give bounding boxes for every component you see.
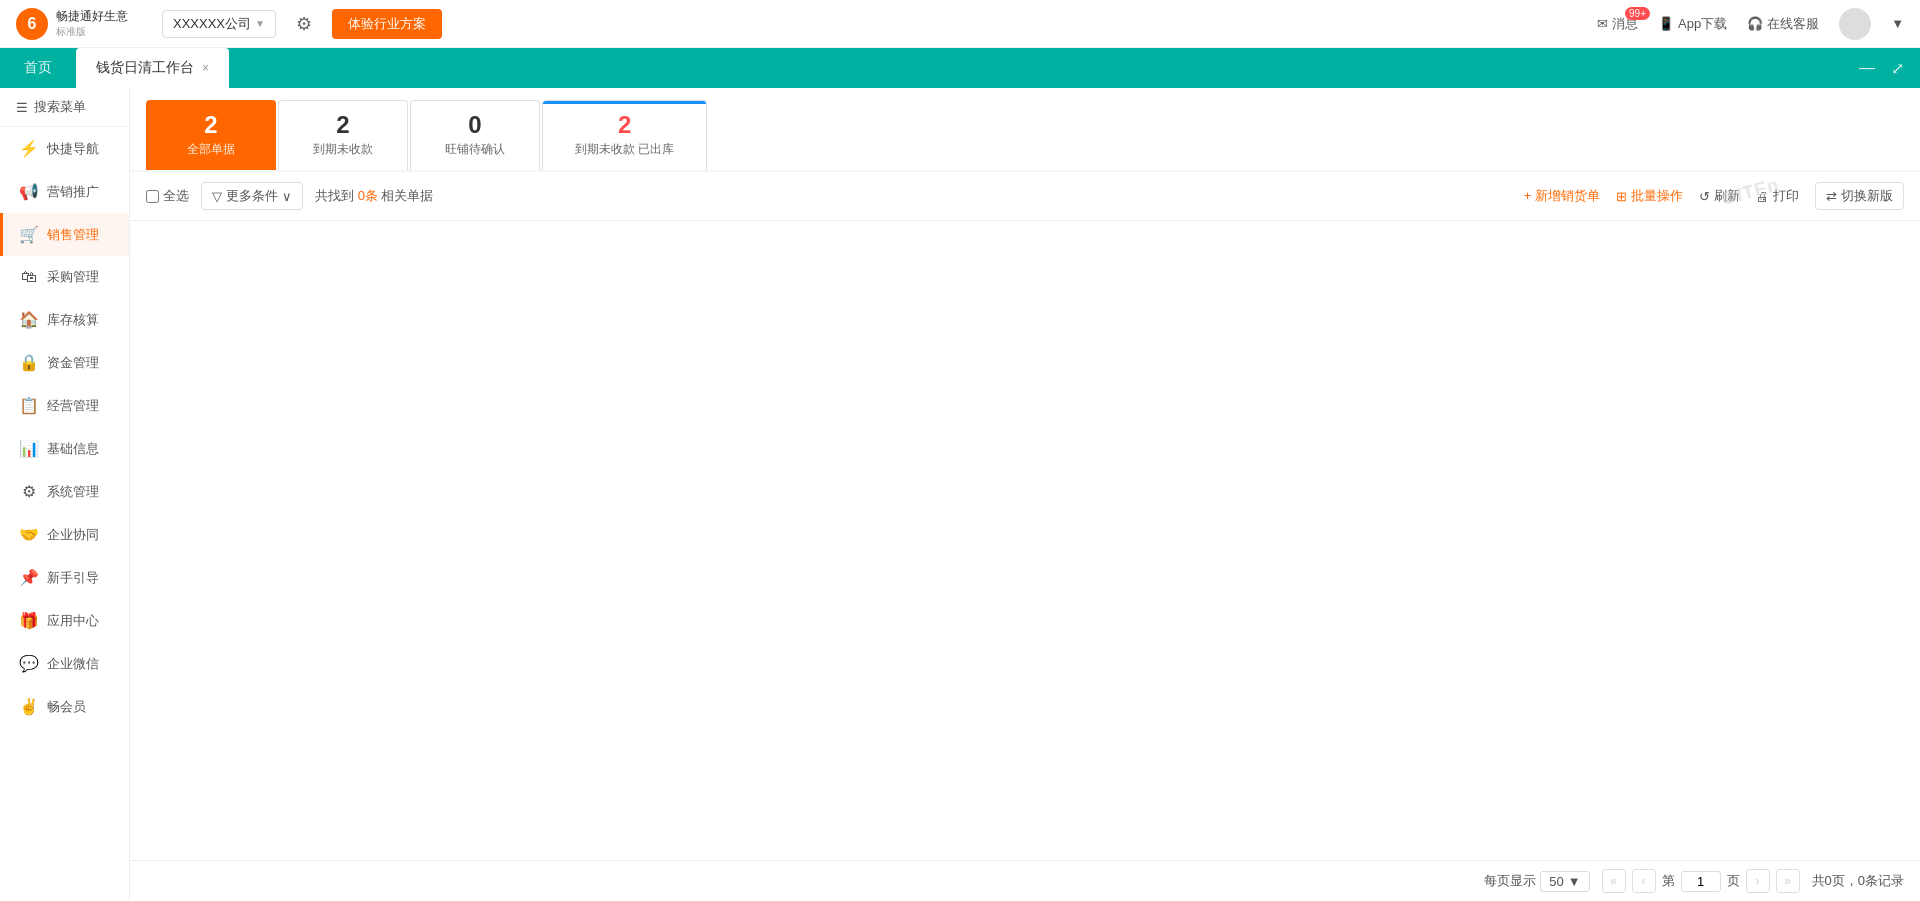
company-chevron-icon: ▼: [255, 18, 265, 29]
switch-new-version-button[interactable]: ⇄ 切换新版: [1815, 182, 1904, 210]
online-service-button[interactable]: 🎧 在线客服: [1747, 15, 1819, 33]
print-button[interactable]: 🖨 打印: [1756, 187, 1799, 205]
status-card-pending[interactable]: 0 旺铺待确认: [410, 100, 540, 170]
operations-icon: 📋: [19, 396, 39, 415]
sidebar-item-sales[interactable]: 🛒 销售管理: [0, 213, 129, 256]
content-area: 2 全部单据 2 到期未收款 0 旺铺待确认 2 到期未收款 已出库: [130, 88, 1920, 901]
pagination: 每页显示 50 ▼ « ‹ 第 页 › » 共0页，0条记录: [130, 860, 1920, 901]
top-header: 6 畅捷通好生意 标准版 XXXXXX公司 ▼ ⚙ 体验行业方案 ✉ 消息 99…: [0, 0, 1920, 48]
sidebar-item-finance[interactable]: 🔒 资金管理: [0, 341, 129, 384]
sidebar-item-operations[interactable]: 📋 经营管理: [0, 384, 129, 427]
print-icon: 🖨: [1756, 189, 1769, 204]
more-filter-button[interactable]: ▽ 更多条件 ∨: [201, 182, 303, 210]
finance-icon: 🔒: [19, 353, 39, 372]
page-summary: 共0页，0条记录: [1812, 872, 1904, 890]
batch-icon: ⊞: [1616, 189, 1627, 204]
sidebar-item-member[interactable]: ✌ 畅会员: [0, 685, 129, 728]
message-badge: 99+: [1625, 7, 1650, 20]
found-count-text: 共找到 0条 相关单据: [315, 187, 433, 205]
cooperation-icon: 🤝: [19, 525, 39, 544]
page-navigation: « ‹ 第 页 › »: [1602, 869, 1800, 893]
batch-operation-button[interactable]: ⊞ 批量操作: [1616, 187, 1683, 205]
toolbar-left: 全选 ▽ 更多条件 ∨ 共找到 0条 相关单据: [146, 182, 433, 210]
main-layout: ☰ 搜索菜单 ⚡ 快捷导航 📢 营销推广 🛒 销售管理 🛍 采购管理 🏠 库存核…: [0, 88, 1920, 901]
tab-close-icon[interactable]: ×: [202, 61, 209, 75]
maximize-icon[interactable]: ⤢: [1891, 59, 1904, 78]
select-all-checkbox[interactable]: 全选: [146, 187, 189, 205]
tab-work-console[interactable]: 钱货日清工作台 ×: [76, 48, 229, 88]
inventory-icon: 🏠: [19, 310, 39, 329]
member-icon: ✌: [19, 697, 39, 716]
first-page-button[interactable]: «: [1602, 869, 1626, 893]
tab-home[interactable]: 首页: [0, 48, 76, 88]
basic-info-icon: 📊: [19, 439, 39, 458]
try-industry-button[interactable]: 体验行业方案: [332, 9, 442, 39]
logo-area: 6 畅捷通好生意 标准版: [16, 8, 146, 40]
company-selector[interactable]: XXXXXX公司 ▼: [162, 10, 276, 38]
page-number-input[interactable]: [1681, 871, 1721, 892]
tab-window-actions: — ⤢: [1859, 59, 1904, 78]
status-card-all[interactable]: 2 全部单据: [146, 100, 276, 170]
wechat-icon: 💬: [19, 654, 39, 673]
filter-icon: ▽: [212, 189, 222, 204]
sidebar-item-inventory[interactable]: 🏠 库存核算: [0, 298, 129, 341]
sidebar-item-basic-info[interactable]: 📊 基础信息: [0, 427, 129, 470]
status-cards: 2 全部单据 2 到期未收款 0 旺铺待确认 2 到期未收款 已出库: [130, 88, 1920, 170]
sidebar-item-cooperation[interactable]: 🤝 企业协同: [0, 513, 129, 556]
switch-icon: ⇄: [1826, 189, 1837, 204]
sidebar-item-app-center[interactable]: 🎁 应用中心: [0, 599, 129, 642]
prev-page-button[interactable]: ‹: [1632, 869, 1656, 893]
add-sales-order-button[interactable]: + 新增销货单: [1524, 187, 1600, 205]
sidebar-item-marketing[interactable]: 📢 营销推广: [0, 170, 129, 213]
table-area: [130, 221, 1920, 860]
page-size-chevron-icon: ▼: [1568, 874, 1581, 889]
select-all-input[interactable]: [146, 190, 159, 203]
sales-icon: 🛒: [19, 225, 39, 244]
sidebar-item-wechat[interactable]: 💬 企业微信: [0, 642, 129, 685]
refresh-icon: ↺: [1699, 189, 1710, 204]
system-icon: ⚙: [19, 482, 39, 501]
app-center-icon: 🎁: [19, 611, 39, 630]
quick-nav-icon: ⚡: [19, 139, 39, 158]
user-avatar[interactable]: [1839, 8, 1871, 40]
logo-icon: 6: [16, 8, 48, 40]
sidebar: ☰ 搜索菜单 ⚡ 快捷导航 📢 营销推广 🛒 销售管理 🛍 采购管理 🏠 库存核…: [0, 88, 130, 901]
guide-icon: 📌: [19, 568, 39, 587]
toolbar-right: + 新增销货单 ⊞ 批量操作 ↺ 刷新 🖨 打印 ⇄ 切换新版: [1524, 182, 1904, 210]
app-download-button[interactable]: 📱 App下载: [1658, 15, 1727, 33]
refresh-button[interactable]: ↺ 刷新: [1699, 187, 1740, 205]
last-page-button[interactable]: »: [1776, 869, 1800, 893]
search-icon: ☰: [16, 100, 28, 115]
next-page-button[interactable]: ›: [1746, 869, 1770, 893]
headset-icon: 🎧: [1747, 16, 1763, 31]
header-center: XXXXXX公司 ▼ ⚙ 体验行业方案: [146, 8, 1597, 40]
page-size-dropdown[interactable]: 50 ▼: [1540, 871, 1589, 892]
sidebar-item-system[interactable]: ⚙ 系统管理: [0, 470, 129, 513]
sidebar-item-guide[interactable]: 📌 新手引导: [0, 556, 129, 599]
user-name[interactable]: ▼: [1891, 16, 1904, 31]
message-icon: ✉: [1597, 16, 1608, 31]
toolbar: 全选 ▽ 更多条件 ∨ 共找到 0条 相关单据 + 新增销货单 ⊞: [130, 172, 1920, 221]
message-button[interactable]: ✉ 消息 99+: [1597, 15, 1638, 33]
header-right: ✉ 消息 99+ 📱 App下载 🎧 在线客服 ▼: [1597, 8, 1904, 40]
logo-text: 畅捷通好生意 标准版: [56, 9, 128, 38]
minimize-icon[interactable]: —: [1859, 59, 1875, 78]
page-size-selector: 每页显示 50 ▼: [1484, 871, 1589, 892]
filter-chevron-icon: ∨: [282, 189, 292, 204]
purchase-icon: 🛍: [19, 268, 39, 286]
search-menu-button[interactable]: ☰ 搜索菜单: [0, 88, 129, 127]
settings-button[interactable]: ⚙: [288, 8, 320, 40]
download-icon: 📱: [1658, 16, 1674, 31]
status-card-overdue-shipped[interactable]: 2 到期未收款 已出库: [542, 100, 707, 170]
sidebar-item-quick-nav[interactable]: ⚡ 快捷导航: [0, 127, 129, 170]
sidebar-item-purchase[interactable]: 🛍 采购管理: [0, 256, 129, 298]
marketing-icon: 📢: [19, 182, 39, 201]
status-card-overdue[interactable]: 2 到期未收款: [278, 100, 408, 170]
nav-tabs: 首页 钱货日清工作台 × — ⤢: [0, 48, 1920, 88]
